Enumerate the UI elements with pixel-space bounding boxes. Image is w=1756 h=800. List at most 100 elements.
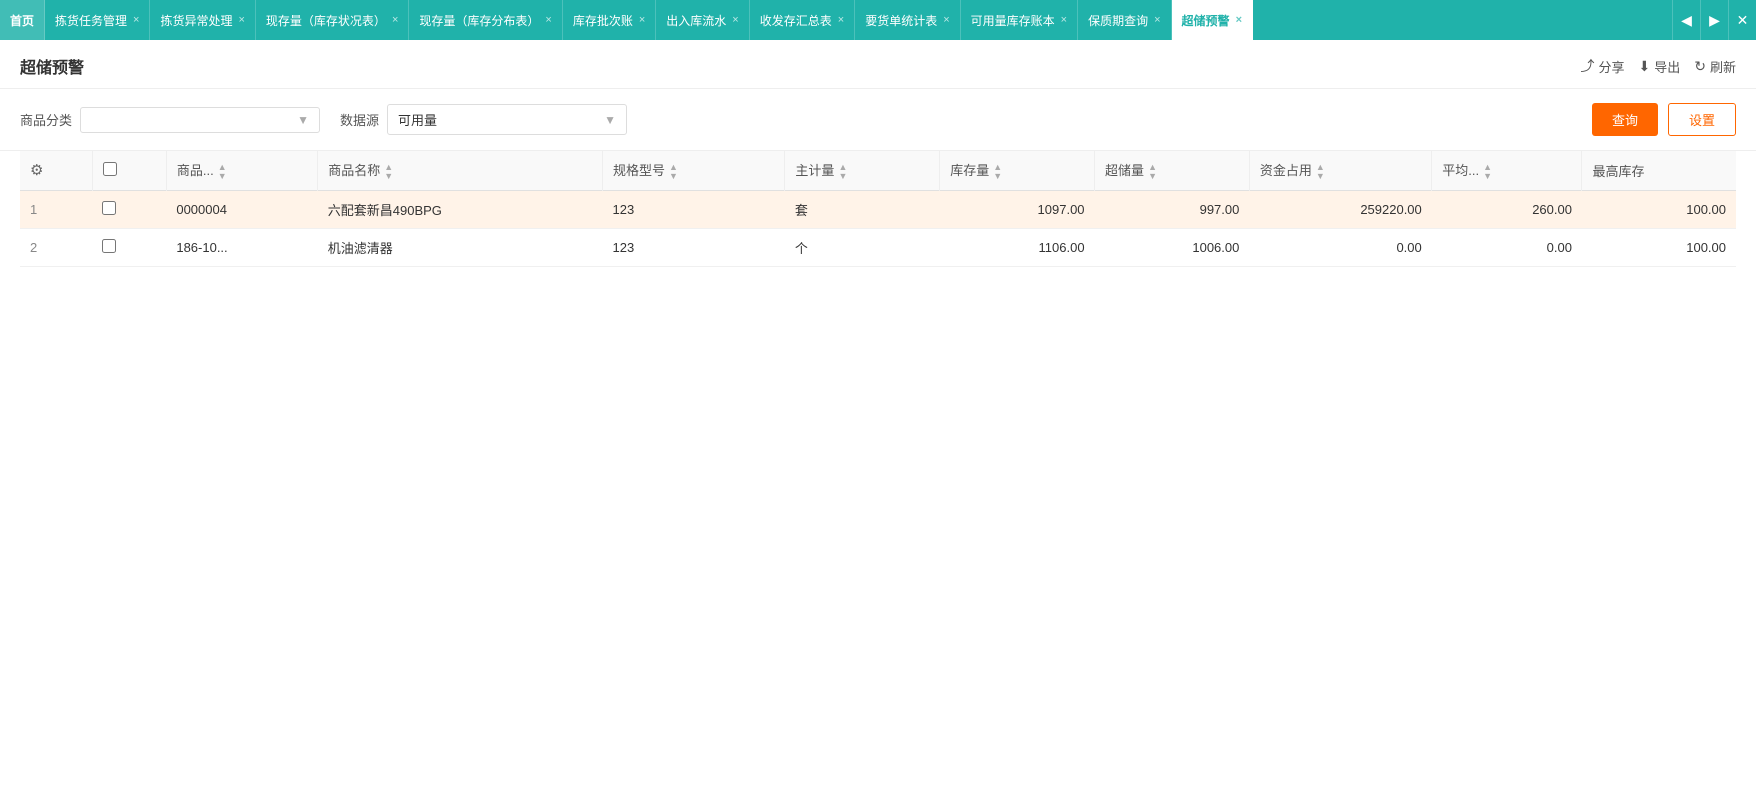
cell-product_name: 六配套新昌490BPG — [318, 190, 603, 228]
nav-tab-7[interactable]: 要货单统计表× — [855, 0, 960, 40]
col-header-product_name[interactable]: 商品名称 ▲▼ — [318, 151, 603, 190]
nav-home-label: 首页 — [10, 12, 34, 29]
col-header-spec[interactable]: 规格型号▲▼ — [603, 151, 785, 190]
nav-tab-label-4: 库存批次账 — [573, 12, 633, 29]
cell-checkbox — [92, 190, 166, 228]
nav-tab-4[interactable]: 库存批次账 × — [563, 0, 656, 40]
select-all-checkbox[interactable] — [103, 162, 117, 176]
col-header-unit[interactable]: 主计量 ▲▼ — [785, 151, 940, 190]
nav-tab-close-0[interactable]: × — [133, 14, 139, 26]
col-label-over_stock: 超储量 — [1105, 163, 1144, 178]
export-button[interactable]: ⬇ 导出 — [1639, 57, 1681, 76]
sort-icon-product_name: ▲▼ — [384, 163, 393, 181]
nav-tab-8[interactable]: 可用量库存账本 × — [961, 0, 1078, 40]
nav-tab-close-5[interactable]: × — [732, 14, 738, 26]
col-header-gear: ⚙ — [20, 151, 92, 190]
col-label-unit: 主计量 — [795, 163, 834, 178]
nav-tab-1[interactable]: 拣货异常处理 × — [150, 0, 255, 40]
sort-icon-unit: ▲▼ — [838, 163, 847, 181]
sort-icon-over_stock: ▲▼ — [1148, 163, 1157, 181]
page-title: 超储预警 — [20, 54, 84, 78]
cell-unit: 套 — [785, 190, 940, 228]
nav-tab-close-1[interactable]: × — [238, 14, 244, 26]
filter-bar: 商品分类 ▼ 数据源 可用量 ▼ 查询 设置 — [0, 89, 1756, 151]
nav-tab-label-1: 拣货异常处理 — [160, 12, 232, 29]
nav-tab-label-6: 收发存汇总表 — [760, 12, 832, 29]
nav-tab-close-6[interactable]: × — [838, 14, 844, 26]
cell-checkbox — [92, 228, 166, 266]
nav-tab-close-7[interactable]: × — [943, 14, 949, 26]
data-source-select[interactable]: 可用量 ▼ — [387, 104, 627, 135]
nav-tab-9[interactable]: 保质期查询× — [1078, 0, 1171, 40]
nav-tab-close-9[interactable]: × — [1154, 14, 1160, 26]
col-label-product_name: 商品名称 — [328, 163, 380, 178]
cell-stock: 1106.00 — [940, 228, 1095, 266]
chevron-down-icon: ▼ — [297, 113, 309, 127]
export-label: 导出 — [1654, 57, 1680, 76]
settings-button[interactable]: 设置 — [1668, 103, 1736, 136]
cell-unit: 个 — [785, 228, 940, 266]
header-actions: ⤴ 分享 ⬇ 导出 ↻ 刷新 — [1580, 56, 1736, 76]
cell-product_code: 0000004 — [166, 190, 317, 228]
cell-over_stock: 1006.00 — [1095, 228, 1250, 266]
cell-avg: 260.00 — [1432, 190, 1582, 228]
col-header-stock[interactable]: 库存量▲▼ — [940, 151, 1095, 190]
col-label-avg: 平均... — [1442, 163, 1479, 178]
sort-icon-avg: ▲▼ — [1483, 163, 1492, 181]
nav-home[interactable]: 首页 — [0, 0, 45, 40]
col-label-product_code: 商品... — [177, 163, 214, 178]
nav-tab-label-0: 拣货任务管理 — [55, 12, 127, 29]
cell-avg: 0.00 — [1432, 228, 1582, 266]
cell-gear: 2 — [20, 228, 92, 266]
cell-product_name: 机油滤清器 — [318, 228, 603, 266]
refresh-button[interactable]: ↻ 刷新 — [1694, 57, 1736, 76]
product-category-group: 商品分类 ▼ — [20, 107, 320, 133]
row-checkbox-0[interactable] — [102, 201, 116, 215]
product-category-label: 商品分类 — [20, 110, 72, 129]
cell-stock: 1097.00 — [940, 190, 1095, 228]
nav-tab-close-2[interactable]: × — [392, 14, 398, 26]
nav-tab-label-3: 现存量（库存分布表） — [419, 12, 539, 29]
col-header-avg[interactable]: 平均... ▲▼ — [1432, 151, 1582, 190]
row-index: 2 — [30, 240, 37, 255]
nav-tab-label-10: 超储预警 — [1182, 12, 1230, 29]
share-icon: ⤴ — [1580, 56, 1594, 76]
nav-tab-close-8[interactable]: × — [1061, 14, 1067, 26]
nav-prev-btn[interactable]: ◀ — [1672, 0, 1700, 40]
nav-tab-close-4[interactable]: × — [639, 14, 645, 26]
sort-icon-stock: ▲▼ — [993, 163, 1002, 181]
cell-gear: 1 — [20, 190, 92, 228]
col-header-max_stock: 最高库存 — [1582, 151, 1736, 190]
filter-actions: 查询 设置 — [1592, 103, 1736, 136]
nav-tab-2[interactable]: 现存量（库存状况表）× — [256, 0, 409, 40]
nav-tab-label-8: 可用量库存账本 — [971, 12, 1055, 29]
col-header-product_code[interactable]: 商品... ▲▼ — [166, 151, 317, 190]
nav-tab-0[interactable]: 拣货任务管理 × — [45, 0, 150, 40]
cell-product_code: 186-10... — [166, 228, 317, 266]
page-container: 超储预警 ⤴ 分享 ⬇ 导出 ↻ 刷新 商品分类 ▼ 数据源 — [0, 40, 1756, 800]
nav-next-btn[interactable]: ▶ — [1700, 0, 1728, 40]
col-header-over_stock[interactable]: 超储量 ▲▼ — [1095, 151, 1250, 190]
nav-tab-close-10[interactable]: × — [1236, 14, 1242, 26]
cell-capital: 259220.00 — [1249, 190, 1431, 228]
product-category-select[interactable]: ▼ — [80, 107, 320, 133]
nav-close-btn[interactable]: ✕ — [1728, 0, 1756, 40]
sort-icon-product_code: ▲▼ — [218, 163, 227, 181]
nav-tab-3[interactable]: 现存量（库存分布表） × — [409, 0, 562, 40]
gear-icon[interactable]: ⚙ — [30, 162, 43, 179]
row-checkbox-1[interactable] — [102, 239, 116, 253]
nav-tab-5[interactable]: 出入库流水× — [656, 0, 749, 40]
col-label-spec: 规格型号 — [613, 163, 665, 178]
col-label-max_stock: 最高库存 — [1592, 164, 1644, 179]
nav-tab-6[interactable]: 收发存汇总表 × — [750, 0, 855, 40]
share-button[interactable]: ⤴ 分享 — [1580, 56, 1624, 76]
query-button[interactable]: 查询 — [1592, 103, 1658, 136]
col-header-capital[interactable]: 资金占用▲▼ — [1249, 151, 1431, 190]
table-container: ⚙商品...▲▼商品名称▲▼规格型号▲▼主计量▲▼库存量▲▼超储量▲▼资金占用▲… — [0, 151, 1756, 267]
nav-tab-close-3[interactable]: × — [545, 14, 551, 26]
share-label: 分享 — [1598, 57, 1624, 76]
nav-tab-10[interactable]: 超储预警 × — [1172, 0, 1253, 40]
refresh-label: 刷新 — [1710, 57, 1736, 76]
cell-spec: 123 — [603, 190, 785, 228]
cell-max_stock: 100.00 — [1582, 228, 1736, 266]
